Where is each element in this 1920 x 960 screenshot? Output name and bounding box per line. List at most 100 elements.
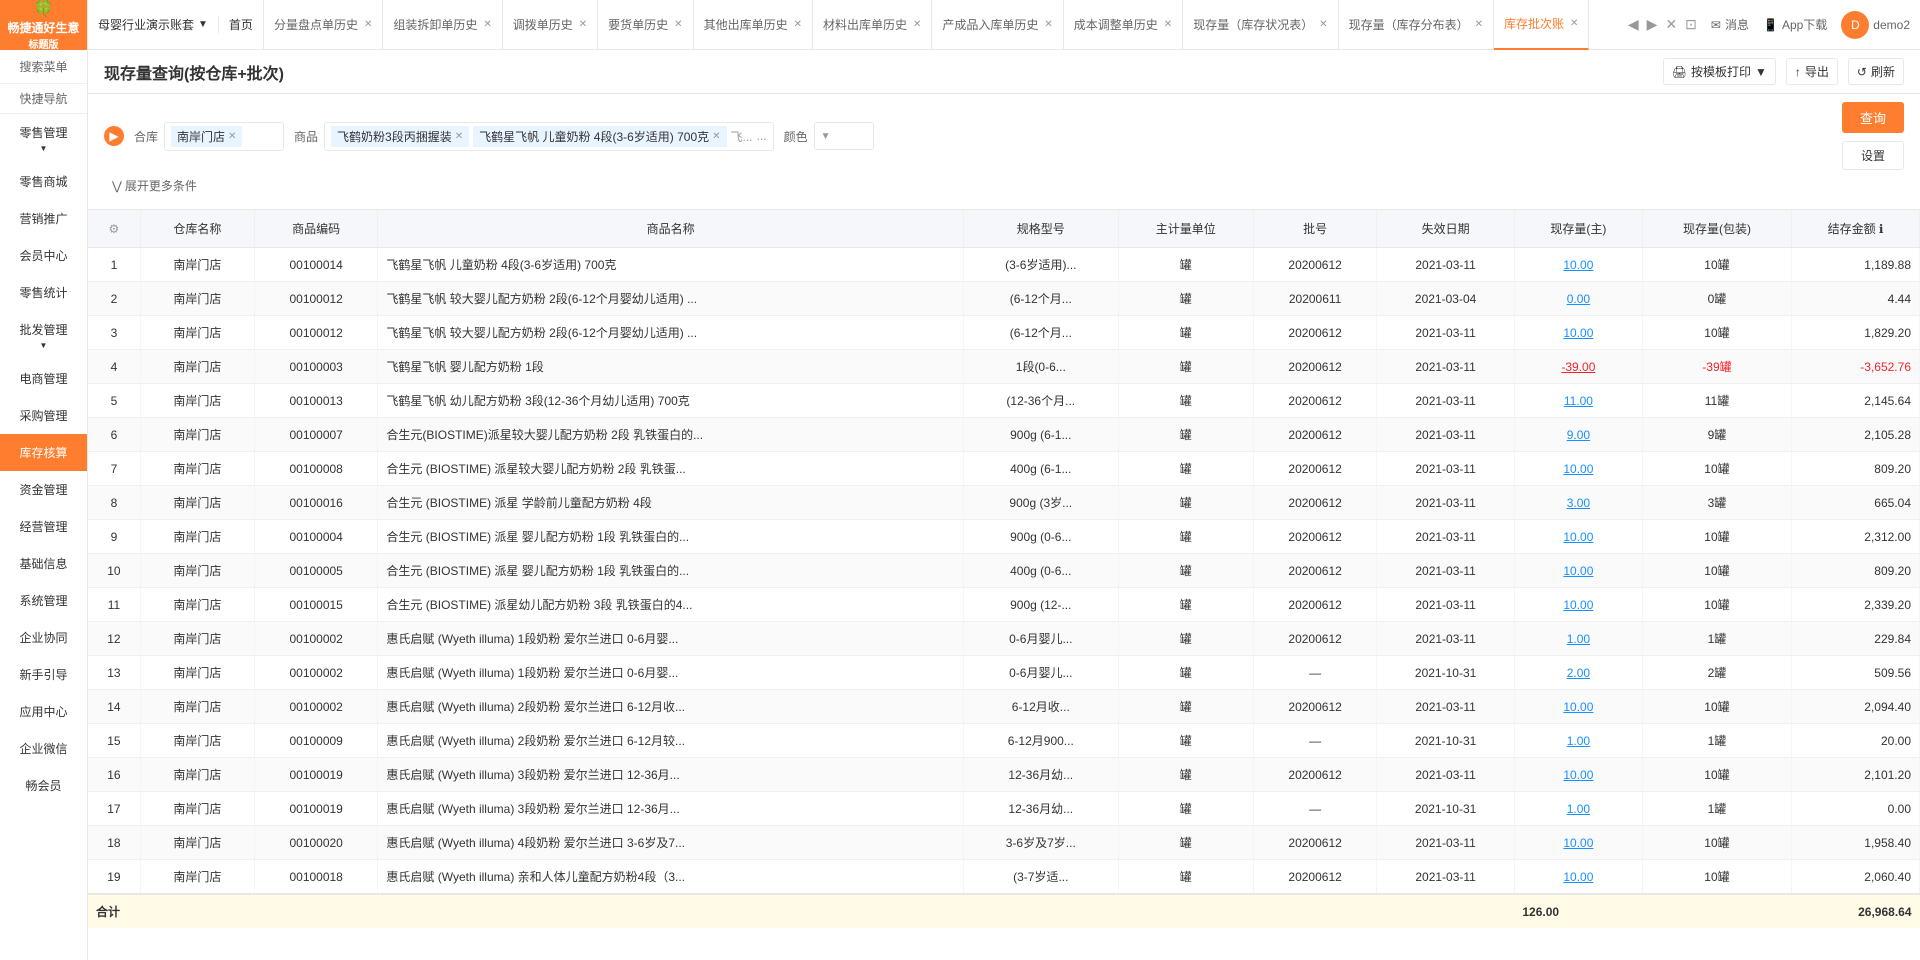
sidebar-item-retail-stats[interactable]: 零售统计 (0, 274, 87, 311)
qty-main-val[interactable]: 2.00 (1567, 666, 1590, 680)
product-tag-2[interactable]: 飞鹤星飞帆 儿童奶粉 4段(3-6岁适用) 700克 ✕ (473, 126, 726, 147)
table-row: 7 南岸门店 00100008 合生元 (BIOSTIME) 派星较大婴儿配方奶… (88, 452, 1920, 486)
sidebar-item-inventory[interactable]: 库存核算 (0, 434, 87, 471)
tab-menu-btn[interactable]: ⊡ (1681, 16, 1701, 33)
qty-main-val[interactable]: 10.00 (1563, 870, 1593, 884)
refresh-btn[interactable]: ↺ 刷新 (1848, 58, 1904, 85)
tab-close-icon[interactable]: ✕ (1319, 19, 1327, 30)
tab-close-icon[interactable]: ✕ (1570, 18, 1578, 29)
color-filter-wrap[interactable]: ▼ (814, 122, 874, 150)
chevron-down-icon: ▼ (198, 19, 208, 30)
tab-10[interactable]: 现存量（库存分布表）✕ (1339, 0, 1494, 50)
qty-main-val[interactable]: 1.00 (1567, 632, 1590, 646)
sidebar-quick-nav[interactable]: 快捷导航 (0, 84, 87, 114)
user-avatar-area[interactable]: D demo2 (1841, 11, 1910, 39)
export-btn[interactable]: ↑ 导出 (1786, 58, 1838, 85)
tab-close-btn[interactable]: ✕ (1661, 16, 1681, 33)
tab-0[interactable]: 首页 (219, 0, 264, 50)
sidebar-logo: 🍀 畅捷通好生意 标题版 (0, 0, 87, 50)
sidebar-item-ops[interactable]: 经营管理 (0, 508, 87, 545)
tab-prev-btn[interactable]: ◀ (1624, 16, 1643, 33)
tab-5[interactable]: 其他出库单历史 ✕ (694, 0, 813, 50)
tab-8[interactable]: 成本调整单历史✕ (1064, 0, 1183, 50)
qty-main-val[interactable]: 10.00 (1563, 326, 1593, 340)
qty-main-val[interactable]: 11.00 (1564, 394, 1593, 408)
app-download-btn[interactable]: 📱 App下载 (1763, 16, 1827, 33)
top-bar-right: ✉ 消息 📱 App下载 D demo2 (1701, 11, 1910, 39)
tab-next-btn[interactable]: ▶ (1643, 16, 1662, 33)
qty-main-val[interactable]: 10.00 (1563, 768, 1593, 782)
table-row: 12 南岸门店 00100002 惠氏启赋 (Wyeth illuma) 1段奶… (88, 622, 1920, 656)
account-dropdown[interactable]: 母婴行业演示账套 ▼ (98, 16, 208, 33)
tab-close-icon[interactable]: ✕ (1044, 19, 1052, 30)
table-row: 10 南岸门店 00100005 合生元 (BIOSTIME) 派星 婴儿配方奶… (88, 554, 1920, 588)
sidebar-item-wholesale[interactable]: 批发管理▼ (0, 311, 87, 360)
product-tag-wrap[interactable]: 飞鹤奶粉3段丙捆握装 ✕ 飞鹤星飞帆 儿童奶粉 4段(3-6岁适用) 700克 … (324, 122, 774, 151)
qty-main-val[interactable]: 3.00 (1567, 496, 1590, 510)
tab-close-icon[interactable]: ✕ (794, 19, 802, 30)
product-tag-2-remove[interactable]: ✕ (712, 131, 720, 142)
setting-btn[interactable]: 设置 (1842, 141, 1904, 170)
sidebar-item-basic[interactable]: 基础信息 (0, 545, 87, 582)
sidebar-item-appstore[interactable]: 应用中心 (0, 693, 87, 730)
warehouse-tag-wrap[interactable]: 南岸门店 ✕ (164, 122, 284, 151)
account-label: 母婴行业演示账套 (98, 16, 194, 33)
qty-main-val[interactable]: 10.00 (1563, 462, 1593, 476)
qty-main-val[interactable]: 1.00 (1567, 734, 1590, 748)
qty-main-val[interactable]: 10.00 (1563, 598, 1593, 612)
qty-main-val[interactable]: 9.00 (1567, 428, 1590, 442)
print-btn[interactable]: 🖨 按模板打印 ▼ (1663, 58, 1776, 85)
print-dropdown-icon: ▼ (1755, 65, 1767, 79)
tab-close-icon[interactable]: ✕ (1475, 19, 1483, 30)
tab-9[interactable]: 现存量（库存状况表）✕ (1183, 0, 1338, 50)
product-ellipsis: ... (757, 129, 767, 143)
tab-6[interactable]: 材料出库单历史✕ (813, 0, 932, 50)
expand-conditions-btn[interactable]: ⋁ 展开更多条件 (104, 174, 1904, 197)
tab-7[interactable]: 产成品入库单历史✕ (932, 0, 1063, 50)
tab-11[interactable]: 库存批次账✕ (1494, 0, 1589, 50)
tab-close-icon[interactable]: ✕ (483, 19, 491, 30)
qty-main-val[interactable]: 10.00 (1563, 700, 1593, 714)
col-settings[interactable]: ⚙ (88, 210, 140, 248)
qty-main-val[interactable]: 10.00 (1563, 564, 1593, 578)
sidebar-item-wechat[interactable]: 企业微信 (0, 730, 87, 767)
product-tag-1[interactable]: 飞鹤奶粉3段丙捆握装 ✕ (331, 126, 469, 147)
sidebar-item-enterprise[interactable]: 企业协同 (0, 619, 87, 656)
sidebar-item-ecommerce[interactable]: 电商管理 (0, 360, 87, 397)
qty-main-val[interactable]: 10.00 (1563, 530, 1593, 544)
tab-3[interactable]: 调拨单历史✕ (503, 0, 598, 50)
tab-4[interactable]: 要货单历史✕ (598, 0, 693, 50)
warehouse-tag-1[interactable]: 南岸门店 ✕ (171, 126, 242, 147)
filter-nav-btn[interactable]: ▶ (104, 126, 124, 146)
tab-1[interactable]: 分量盘点单历史✕ (264, 0, 383, 50)
tab-close-icon[interactable]: ✕ (674, 19, 682, 30)
warehouse-tag-remove[interactable]: ✕ (228, 131, 236, 142)
sidebar-item-system[interactable]: 系统管理 (0, 582, 87, 619)
tab-2[interactable]: 组装拆卸单历史✕ (383, 0, 502, 50)
tab-label: 其他出库单历史 (704, 16, 788, 33)
product-more-dots[interactable]: 飞... (731, 128, 753, 145)
query-btn[interactable]: 查询 (1842, 102, 1904, 133)
sidebar-item-finance[interactable]: 资金管理 (0, 471, 87, 508)
tab-close-icon[interactable]: ✕ (364, 19, 372, 30)
qty-main-val[interactable]: 0.00 (1567, 292, 1590, 306)
sidebar-item-purchase[interactable]: 采购管理 (0, 397, 87, 434)
settings-icon[interactable]: ⚙ (109, 222, 120, 236)
qty-main-val[interactable]: 10.00 (1563, 836, 1593, 850)
tab-close-icon[interactable]: ✕ (913, 19, 921, 30)
tab-close-icon[interactable]: ✕ (1164, 19, 1172, 30)
message-btn[interactable]: ✉ 消息 (1711, 16, 1749, 33)
qty-main-val[interactable]: 1.00 (1567, 802, 1590, 816)
product-tag-1-remove[interactable]: ✕ (455, 131, 463, 142)
sidebar-search-menu[interactable]: 搜索菜单 (0, 50, 87, 84)
sidebar-item-marketing[interactable]: 营销推广 (0, 200, 87, 237)
sidebar-item-vip[interactable]: 畅会员 (0, 767, 87, 804)
sidebar-item-retail-store[interactable]: 零售商城 (0, 163, 87, 200)
sidebar-item-member[interactable]: 会员中心 (0, 237, 87, 274)
sidebar-item-guide[interactable]: 新手引导 (0, 656, 87, 693)
qty-main-val[interactable]: 10.00 (1563, 258, 1593, 272)
sidebar-item-retail[interactable]: 零售管理▼ (0, 114, 87, 163)
qty-main-val[interactable]: -39.00 (1561, 360, 1595, 374)
tab-close-icon[interactable]: ✕ (579, 19, 587, 30)
page-title: 现存量查询(按仓库+批次) (104, 60, 284, 84)
